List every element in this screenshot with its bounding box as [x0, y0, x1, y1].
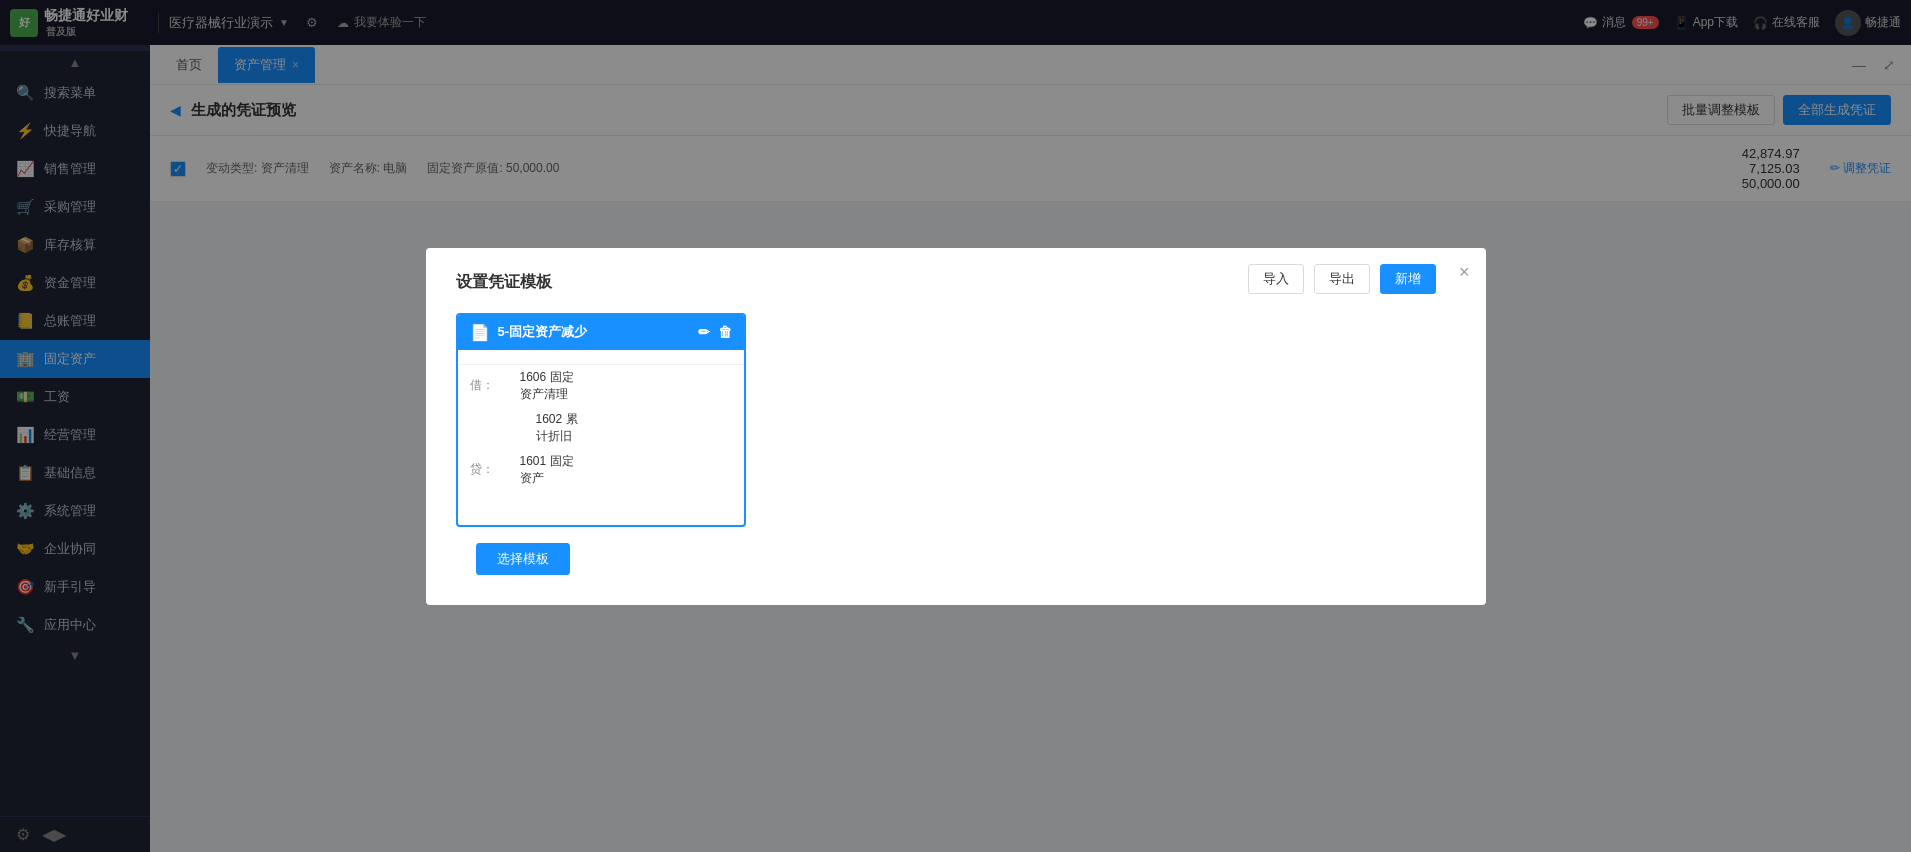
- template-row-2: 1602 累计折旧: [458, 407, 744, 449]
- template-delete-icon[interactable]: 🗑: [718, 324, 732, 340]
- app-wrapper: 好 畅捷通好业财 普及版 医疗器械行业演示 ▼ ⚙ ☁ 我要体验一下 💬 消息 …: [0, 0, 1911, 852]
- import-button[interactable]: 导入: [1248, 264, 1304, 294]
- select-template-button[interactable]: 选择模板: [476, 543, 570, 575]
- template-col-headers: [458, 356, 744, 365]
- template-card-header: 📄 5-固定资产减少 ✏ 🗑: [458, 315, 744, 350]
- row1-account: 1606 固定资产清理: [520, 369, 580, 403]
- template-doc-icon: 📄: [470, 323, 490, 342]
- modal-action-buttons: 导入 导出 新增: [1248, 264, 1436, 294]
- modal-close-button[interactable]: ×: [1459, 262, 1470, 283]
- template-edit-icon[interactable]: ✏: [698, 324, 710, 340]
- row3-type: 贷：: [470, 461, 520, 478]
- row1-type: 借：: [470, 377, 520, 394]
- export-button[interactable]: 导出: [1314, 264, 1370, 294]
- row2-account: 1602 累计折旧: [520, 411, 580, 445]
- row3-account: 1601 固定资产: [520, 453, 580, 487]
- template-card: 📄 5-固定资产减少 ✏ 🗑: [456, 313, 746, 527]
- modal-set-template: 设置凭证模板 导入 导出 新增 × 📄: [426, 248, 1486, 605]
- template-row-1: 借： 1606 固定资产清理: [458, 365, 744, 407]
- content-area: 首页 资产管理 × — ⤢ ◀ 生成的凭证预览 批量调整模板: [150, 45, 1911, 852]
- template-name: 5-固定资产减少: [498, 323, 588, 341]
- template-row-3: 贷： 1601 固定资产: [458, 449, 744, 491]
- template-row-empty: [458, 491, 744, 519]
- modal-overlay: 设置凭证模板 导入 导出 新增 × 📄: [150, 45, 1911, 852]
- template-body: 借： 1606 固定资产清理: [458, 350, 744, 525]
- template-header-left: 📄 5-固定资产减少: [470, 323, 588, 342]
- template-header-icons: ✏ 🗑: [698, 324, 732, 340]
- modal-body: 📄 5-固定资产减少 ✏ 🗑: [456, 313, 1456, 575]
- select-template-area: 选择模板: [476, 543, 1456, 575]
- new-template-button[interactable]: 新增: [1380, 264, 1436, 294]
- main-area: ▲ 🔍 搜索菜单 ⚡ 快捷导航 📈 销售管理 🛒 采购管理 📦 库存核算: [0, 45, 1911, 852]
